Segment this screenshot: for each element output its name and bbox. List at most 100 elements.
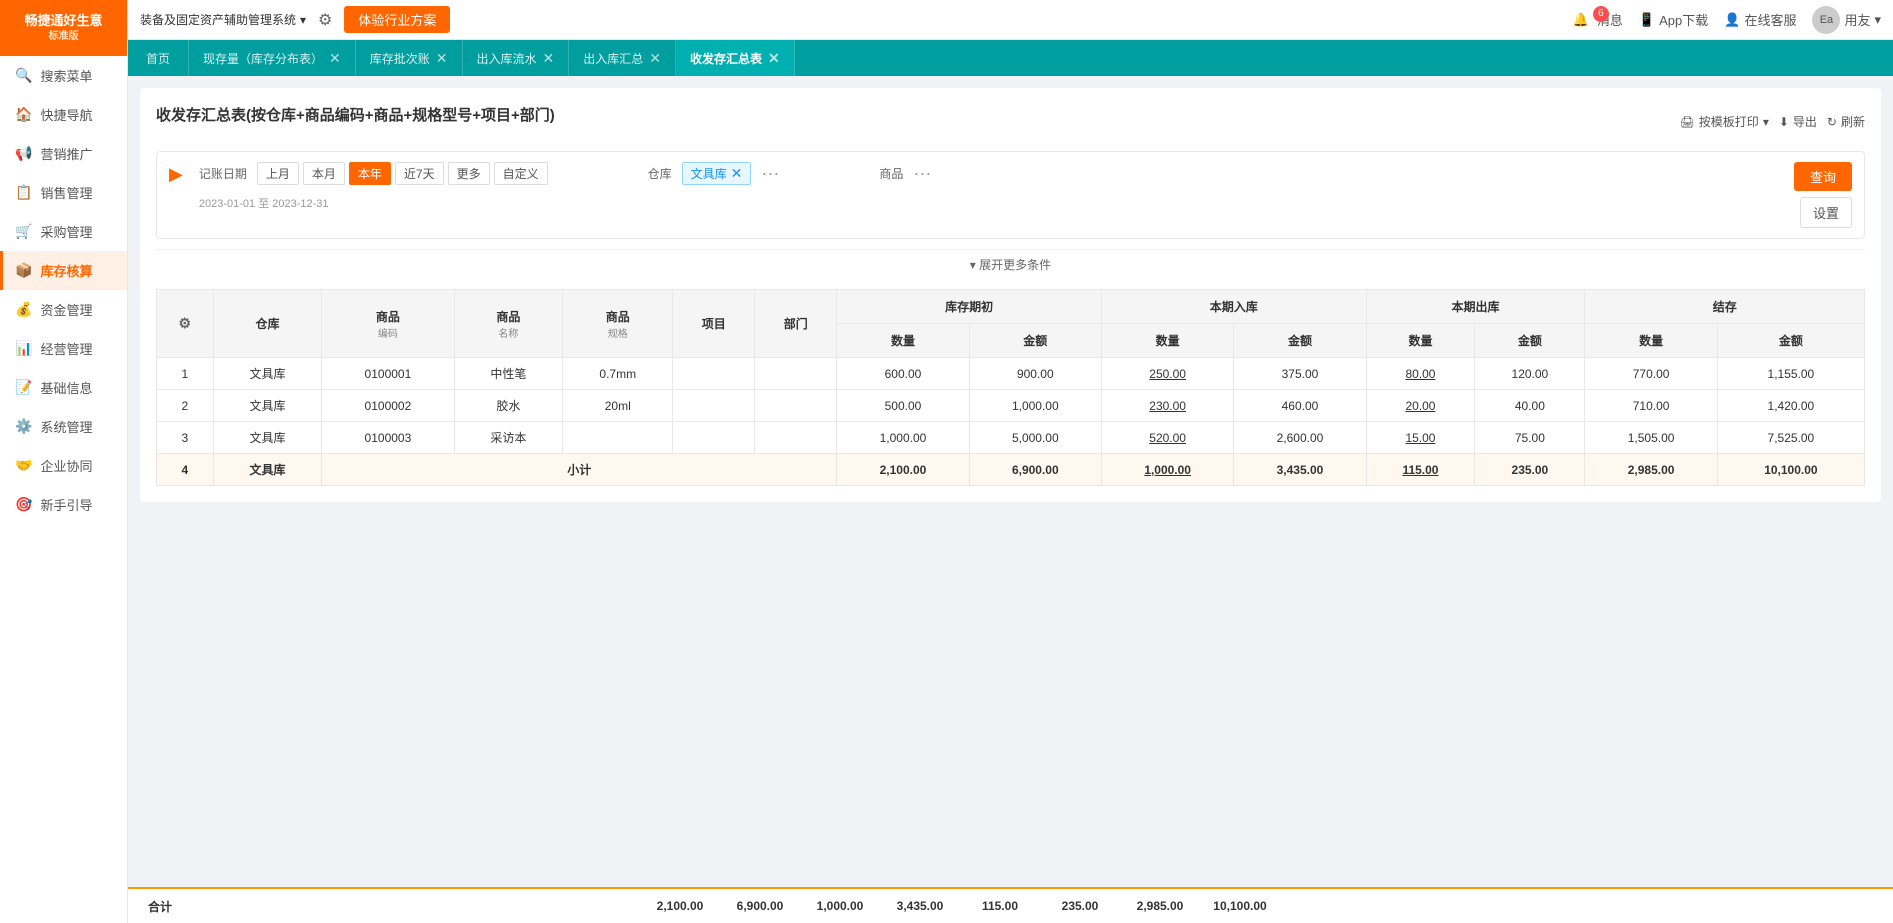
subtotal-out-qty[interactable]: 115.00 xyxy=(1366,454,1475,486)
tab-4[interactable]: 出入库汇总✕ xyxy=(569,40,676,76)
tab-close-1[interactable]: ✕ xyxy=(329,50,341,67)
cell-out-amt-2: 75.00 xyxy=(1475,422,1585,454)
cell-in-qty-2[interactable]: 520.00 xyxy=(1101,422,1233,454)
tab-2[interactable]: 库存批次账✕ xyxy=(356,40,463,76)
sidebar-item-purchase[interactable]: 🛒采购管理 xyxy=(0,212,127,251)
cell-num-1: 2 xyxy=(157,390,214,422)
tab-3[interactable]: 出入库流水✕ xyxy=(463,40,570,76)
th-group-out: 本期出库 xyxy=(1366,290,1585,324)
date-btn-4[interactable]: 更多 xyxy=(448,162,490,185)
sidebar-label-guide: 新手引导 xyxy=(40,495,92,514)
th-group-balance: 结存 xyxy=(1585,290,1865,324)
sidebar-item-basic[interactable]: 📝 基础信息 xyxy=(0,368,127,407)
filter-toggle-btn[interactable]: ▶ xyxy=(169,164,183,185)
sidebar-item-guide[interactable]: 🎯新手引导 xyxy=(0,485,127,524)
tab-close-2[interactable]: ✕ xyxy=(436,50,448,67)
sidebar-icon-marketing: 📢 xyxy=(15,145,32,162)
date-btn-5[interactable]: 自定义 xyxy=(494,162,548,185)
print-label: 按模板打印 xyxy=(1699,113,1759,130)
cell-code-0: 0100001 xyxy=(322,358,454,390)
cell-spec-0: 0.7mm xyxy=(563,358,673,390)
cell-in-qty-0[interactable]: 250.00 xyxy=(1101,358,1233,390)
print-dropdown-icon: ▾ xyxy=(1763,115,1769,129)
cell-project-0 xyxy=(673,358,755,390)
goods-more[interactable]: ··· xyxy=(913,163,931,184)
tab-close-4[interactable]: ✕ xyxy=(649,50,661,67)
cell-out-qty-1[interactable]: 20.00 xyxy=(1366,390,1475,422)
th-project: 项目 xyxy=(673,290,755,358)
tab-0[interactable]: 首页 xyxy=(128,40,189,76)
cell-project-2 xyxy=(673,422,755,454)
sidebar-icon-basic: 📝 xyxy=(15,379,32,396)
ft-balance-amt: 10,100.00 xyxy=(1200,899,1280,913)
date-btn-3[interactable]: 近7天 xyxy=(395,162,444,185)
date-btn-0[interactable]: 上月 xyxy=(257,162,299,185)
subtotal-in-qty[interactable]: 1,000.00 xyxy=(1101,454,1233,486)
sidebar-label-operation: 经营管理 xyxy=(40,339,92,358)
sidebar-label-purchase: 采购管理 xyxy=(40,222,92,241)
th-out-amt: 金额 xyxy=(1475,324,1585,358)
cell-opening-amt-2: 5,000.00 xyxy=(969,422,1101,454)
date-btn-1[interactable]: 本月 xyxy=(303,162,345,185)
th-department: 部门 xyxy=(755,290,837,358)
warehouse-more[interactable]: ··· xyxy=(761,163,779,184)
cell-name-0: 中性笔 xyxy=(454,358,563,390)
sidebar-icon-inventory: 📦 xyxy=(15,262,32,279)
sidebar-item-finance[interactable]: 💰资金管理 xyxy=(0,290,127,329)
export-icon: ⬇ xyxy=(1779,115,1789,129)
main-content: 收发存汇总表(按仓库+商品编码+商品+规格型号+项目+部门) 🖨 按模板打印 ▾… xyxy=(128,76,1893,923)
subtotal-row: 4 文具库 小计 2,100.00 6,900.00 1,000.00 3,43… xyxy=(157,454,1865,486)
trial-btn[interactable]: 体验行业方案 xyxy=(344,6,450,33)
messages-btn[interactable]: 🔔 6 消息 xyxy=(1573,10,1623,29)
tab-1[interactable]: 现存量（库存分布表）✕ xyxy=(189,40,356,76)
sidebar-label-sales: 销售管理 xyxy=(40,183,92,202)
th-settings[interactable]: ⚙ xyxy=(157,290,214,358)
sidebar-label-system: 系统管理 xyxy=(40,417,92,436)
sidebar-item-system[interactable]: ⚙️系统管理 xyxy=(0,407,127,446)
sidebar-item-inventory[interactable]: 📦库存核算 xyxy=(0,251,127,290)
setting-btn[interactable]: 设置 xyxy=(1800,197,1852,228)
cell-out-qty-0[interactable]: 80.00 xyxy=(1366,358,1475,390)
user-menu[interactable]: Ea 用友 ▾ xyxy=(1812,6,1881,34)
sidebar-label-basic: 基础信息 xyxy=(40,378,92,397)
warehouse-tag-value: 文具库 xyxy=(691,165,727,182)
th-in-amt: 金额 xyxy=(1234,324,1366,358)
tab-close-5[interactable]: ✕ xyxy=(768,50,780,67)
messages-badge: 6 xyxy=(1593,6,1609,22)
sidebar-item-enterprise[interactable]: 🤝企业协同 xyxy=(0,446,127,485)
sidebar-icon-sales: 📋 xyxy=(15,184,32,201)
date-filter-label: 记账日期 xyxy=(199,165,247,182)
export-btn[interactable]: ⬇ 导出 xyxy=(1779,113,1817,130)
sidebar-item-operation[interactable]: 📊经营管理 xyxy=(0,329,127,368)
cell-opening-qty-0: 600.00 xyxy=(837,358,969,390)
tab-5[interactable]: 收发存汇总表✕ xyxy=(676,40,795,76)
date-btn-2[interactable]: 本年 xyxy=(349,162,391,185)
cell-out-qty-2[interactable]: 15.00 xyxy=(1366,422,1475,454)
sidebar-label-quick-nav: 快捷导航 xyxy=(40,105,92,124)
sidebar-item-sales[interactable]: 📋 销售管理 xyxy=(0,173,127,212)
online-service-btn[interactable]: 👤 在线客服 xyxy=(1724,10,1796,29)
filter-bar: ▶ 记账日期 上月本月本年近7天更多自定义 仓库 文具库 ✕ ··· 商品 ··… xyxy=(156,151,1865,239)
cell-balance-amt-1: 1,420.00 xyxy=(1717,390,1864,422)
refresh-btn[interactable]: ↻ 刷新 xyxy=(1827,113,1865,130)
ft-in-qty: 1,000.00 xyxy=(800,899,880,913)
refresh-icon: ↻ xyxy=(1827,115,1837,129)
warehouse-tag-remove[interactable]: ✕ xyxy=(731,165,743,182)
sidebar-item-search[interactable]: 🔍搜索菜单 xyxy=(0,56,127,95)
settings-gear-icon[interactable]: ⚙ xyxy=(318,10,332,30)
sidebar-label-finance: 资金管理 xyxy=(40,300,92,319)
system-title-dropdown[interactable]: 装备及固定资产辅助管理系统 ▾ xyxy=(140,11,306,28)
cell-in-qty-1[interactable]: 230.00 xyxy=(1101,390,1233,422)
query-btn[interactable]: 查询 xyxy=(1794,162,1852,191)
expand-more-btn[interactable]: ▾ 展开更多条件 xyxy=(156,249,1865,279)
table-row: 2 文具库 0100002 胶水 20ml 500.00 1,000.00 23… xyxy=(157,390,1865,422)
tab-close-3[interactable]: ✕ xyxy=(543,50,555,67)
app-download-label: App下载 xyxy=(1659,10,1708,29)
sidebar-item-marketing[interactable]: 📢营销推广 xyxy=(0,134,127,173)
print-btn[interactable]: 🖨 按模板打印 ▾ xyxy=(1680,113,1769,130)
app-download-btn[interactable]: 📱 App下载 xyxy=(1639,10,1708,29)
sidebar-item-quick-nav[interactable]: 🏠快捷导航 xyxy=(0,95,127,134)
cell-spec-1: 20ml xyxy=(563,390,673,422)
cell-project-1 xyxy=(673,390,755,422)
header: 装备及固定资产辅助管理系统 ▾ ⚙ 体验行业方案 🔔 6 消息 📱 App下载 … xyxy=(128,0,1893,40)
